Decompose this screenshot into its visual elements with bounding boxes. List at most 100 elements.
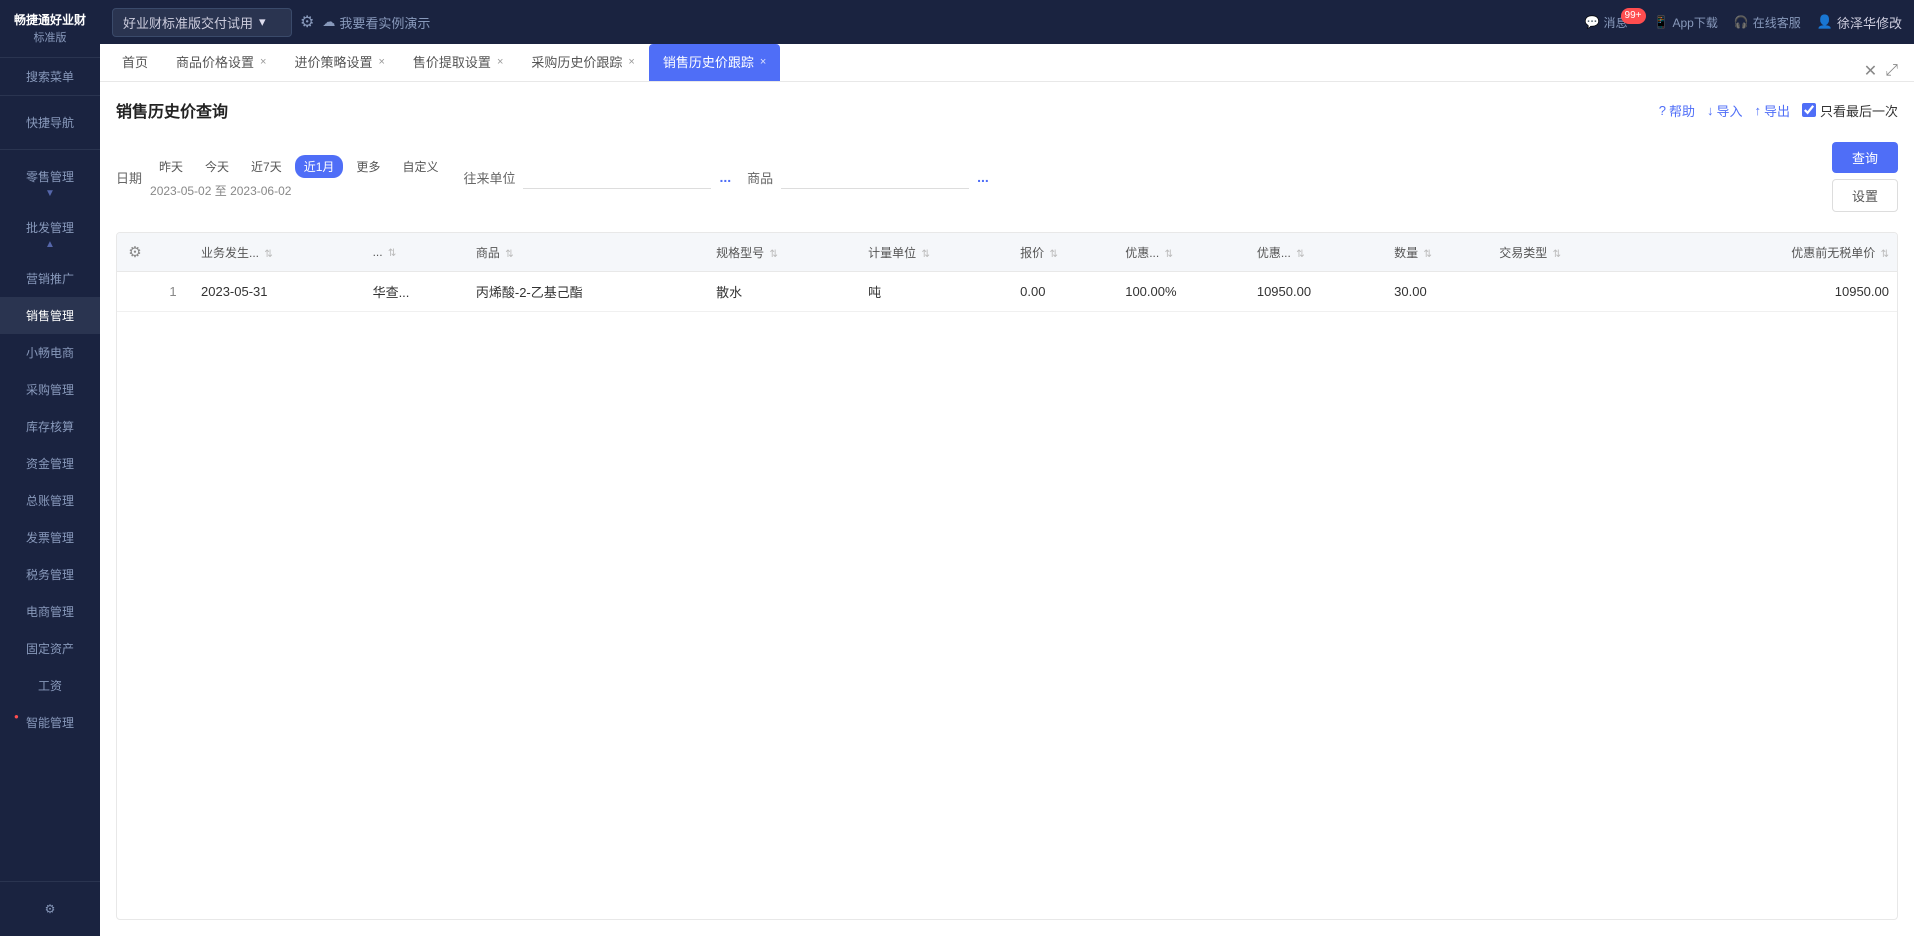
import-label: 导入: [1716, 101, 1742, 120]
tab-purchase-strategy[interactable]: 进价策略设置 ×: [280, 44, 398, 81]
row-gear-cell: [117, 272, 153, 312]
col-discount-pct[interactable]: 优惠... ⇅: [1117, 233, 1249, 272]
tab-sale-extract-label: 售价提取设置: [413, 52, 491, 71]
table-gear-icon[interactable]: ⚙: [128, 244, 141, 261]
topbar-setting-icon[interactable]: ⚙: [300, 12, 314, 32]
col-unit-label: 计量单位: [868, 246, 916, 260]
topbar-edition-select[interactable]: 好业财标准版交付试用 ▾: [112, 8, 292, 37]
col-unit[interactable]: 计量单位 ⇅: [860, 233, 1012, 272]
tab-sale-extract[interactable]: 售价提取设置 ×: [399, 44, 517, 81]
sort-icon-discount-amt: ⇅: [1296, 249, 1304, 260]
sidebar-item-retail[interactable]: 零售管理 ▼: [0, 158, 100, 209]
row-extra-cell: 华查...: [365, 272, 468, 312]
tab-home[interactable]: 首页: [108, 44, 162, 81]
export-icon: ↑: [1754, 103, 1761, 118]
customer-filter-group: 往来单位 ...: [463, 165, 731, 189]
tab-sale-history-close[interactable]: ×: [760, 56, 766, 68]
tab-purchase-strategy-close[interactable]: ×: [378, 56, 384, 68]
export-btn[interactable]: ↑ 导出: [1754, 101, 1790, 120]
goods-ellipsis-btn[interactable]: ...: [977, 169, 989, 185]
sidebar-item-assets[interactable]: 固定资产: [0, 630, 100, 667]
sidebar-item-inventory[interactable]: 库存核算: [0, 408, 100, 445]
goods-input[interactable]: [781, 165, 969, 189]
tab-price-close[interactable]: ×: [260, 56, 266, 68]
tab-sale-extract-close[interactable]: ×: [497, 56, 503, 68]
col-discount-amt[interactable]: 优惠... ⇅: [1249, 233, 1386, 272]
data-table: ⚙ 业务发生... ⇅ ... ⇅ 商品 ⇅: [117, 233, 1897, 312]
topbar-demo-link[interactable]: ☁ 我要看实例演示: [322, 13, 430, 32]
setting-btn[interactable]: 设置: [1832, 179, 1898, 212]
sidebar-item-invoice[interactable]: 发票管理: [0, 519, 100, 556]
app-logo-sub: 标准版: [8, 29, 92, 45]
sidebar-section-main: 零售管理 ▼ 批发管理 ▲ 营销推广 销售管理 小畅电商 采购管理 库存核算 资…: [0, 149, 100, 749]
only-last-checkbox[interactable]: [1802, 103, 1816, 117]
sidebar-logo: 畅捷通好业财 标准版: [0, 0, 100, 58]
tab-sale-history[interactable]: 销售历史价跟踪 ×: [649, 44, 780, 81]
sidebar-item-tax[interactable]: 税务管理: [0, 556, 100, 593]
col-qty-label: 数量: [1394, 246, 1418, 260]
filter-btn-group: 查询 设置: [1832, 142, 1898, 212]
help-btn[interactable]: ? 帮助: [1659, 101, 1695, 120]
tab-price[interactable]: 商品价格设置 ×: [162, 44, 280, 81]
window-close-btn[interactable]: ✕: [1864, 61, 1877, 81]
date-btn-last1m[interactable]: 近1月: [295, 155, 344, 178]
topbar-user-label: 徐泽华修改: [1837, 13, 1902, 32]
col-trade-type[interactable]: 交易类型 ⇅: [1491, 233, 1643, 272]
content-area: 销售历史价查询 ? 帮助 ↓ 导入 ↑ 导出 只看最后一次: [100, 82, 1914, 936]
mobile-icon: 📱: [1654, 15, 1669, 29]
goods-filter-label: 商品: [747, 168, 773, 187]
sidebar-item-purchase[interactable]: 采购管理: [0, 371, 100, 408]
sidebar-item-finance[interactable]: 资金管理: [0, 445, 100, 482]
tab-purchase-strategy-label: 进价策略设置: [294, 52, 372, 71]
row-spec-cell: 散水: [708, 272, 860, 312]
import-btn[interactable]: ↓ 导入: [1707, 101, 1743, 120]
sidebar-item-wholesale[interactable]: 批发管理 ▲: [0, 209, 100, 260]
sidebar-search[interactable]: 搜索菜单: [0, 58, 100, 96]
sidebar-item-ledger[interactable]: 总账管理: [0, 482, 100, 519]
row-price-cell: 0.00: [1012, 272, 1117, 312]
window-maximize-btn[interactable]: ⤢: [1885, 62, 1898, 80]
sidebar-item-intelligent[interactable]: ● 智能管理: [0, 704, 100, 741]
date-btn-custom[interactable]: 自定义: [393, 155, 447, 178]
col-price-label: 报价: [1020, 246, 1044, 260]
col-price[interactable]: 报价 ⇅: [1012, 233, 1117, 272]
col-trade-type-label: 交易类型: [1499, 246, 1547, 260]
topbar-edition-text: 好业财标准版交付试用: [123, 13, 253, 32]
header-actions: ? 帮助 ↓ 导入 ↑ 导出 只看最后一次: [1659, 101, 1898, 120]
date-filter-label: 日期: [116, 168, 142, 187]
sort-icon-goods: ⇅: [505, 249, 513, 260]
sidebar-item-quick-nav[interactable]: 快捷导航: [0, 104, 100, 141]
sidebar-item-ecom-xiao[interactable]: 小畅电商: [0, 334, 100, 371]
tab-purchase-history[interactable]: 采购历史价跟踪 ×: [517, 44, 648, 81]
topbar-app-download-btn[interactable]: 📱 App下载: [1654, 14, 1718, 31]
col-qty[interactable]: 数量 ⇅: [1386, 233, 1491, 272]
topbar-message-btn[interactable]: 💬 消息 99+: [1585, 14, 1638, 31]
sidebar-settings-icon[interactable]: ⚙: [0, 892, 100, 926]
col-spacer: [1643, 233, 1674, 272]
col-extra[interactable]: ... ⇅: [365, 233, 468, 272]
col-pretax-price[interactable]: 优惠前无税单价 ⇅: [1675, 233, 1897, 272]
col-goods[interactable]: 商品 ⇅: [468, 233, 708, 272]
customer-input[interactable]: [523, 165, 711, 189]
sidebar-quick-nav: 快捷导航: [0, 96, 100, 149]
main-area: 好业财标准版交付试用 ▾ ⚙ ☁ 我要看实例演示 💬 消息 99+ 📱 App下…: [100, 0, 1914, 936]
col-pretax-price-label: 优惠前无税单价: [1791, 246, 1875, 260]
query-btn[interactable]: 查询: [1832, 142, 1898, 173]
topbar-user-menu[interactable]: 👤 徐泽华修改: [1817, 13, 1902, 32]
sidebar-item-salary[interactable]: 工资: [0, 667, 100, 704]
date-btn-today[interactable]: 今天: [196, 155, 238, 178]
date-btn-yesterday[interactable]: 昨天: [150, 155, 192, 178]
col-spec[interactable]: 规格型号 ⇅: [708, 233, 860, 272]
row-biz-date-cell: 2023-05-31: [193, 272, 365, 312]
topbar-service-btn[interactable]: 🎧 在线客服: [1734, 14, 1801, 31]
sidebar-item-marketing[interactable]: 营销推广: [0, 260, 100, 297]
date-btn-last7[interactable]: 近7天: [242, 155, 291, 178]
date-btn-more[interactable]: 更多: [347, 155, 389, 178]
only-last-checkbox-label[interactable]: 只看最后一次: [1802, 101, 1898, 120]
sidebar-item-ecom[interactable]: 电商管理: [0, 593, 100, 630]
tabbar: 首页 商品价格设置 × 进价策略设置 × 售价提取设置 × 采购历史价跟踪 × …: [100, 44, 1914, 82]
customer-ellipsis-btn[interactable]: ...: [719, 169, 731, 185]
tab-purchase-history-close[interactable]: ×: [628, 56, 634, 68]
col-biz-date[interactable]: 业务发生... ⇅: [193, 233, 365, 272]
sidebar-item-sales[interactable]: 销售管理: [0, 297, 100, 334]
